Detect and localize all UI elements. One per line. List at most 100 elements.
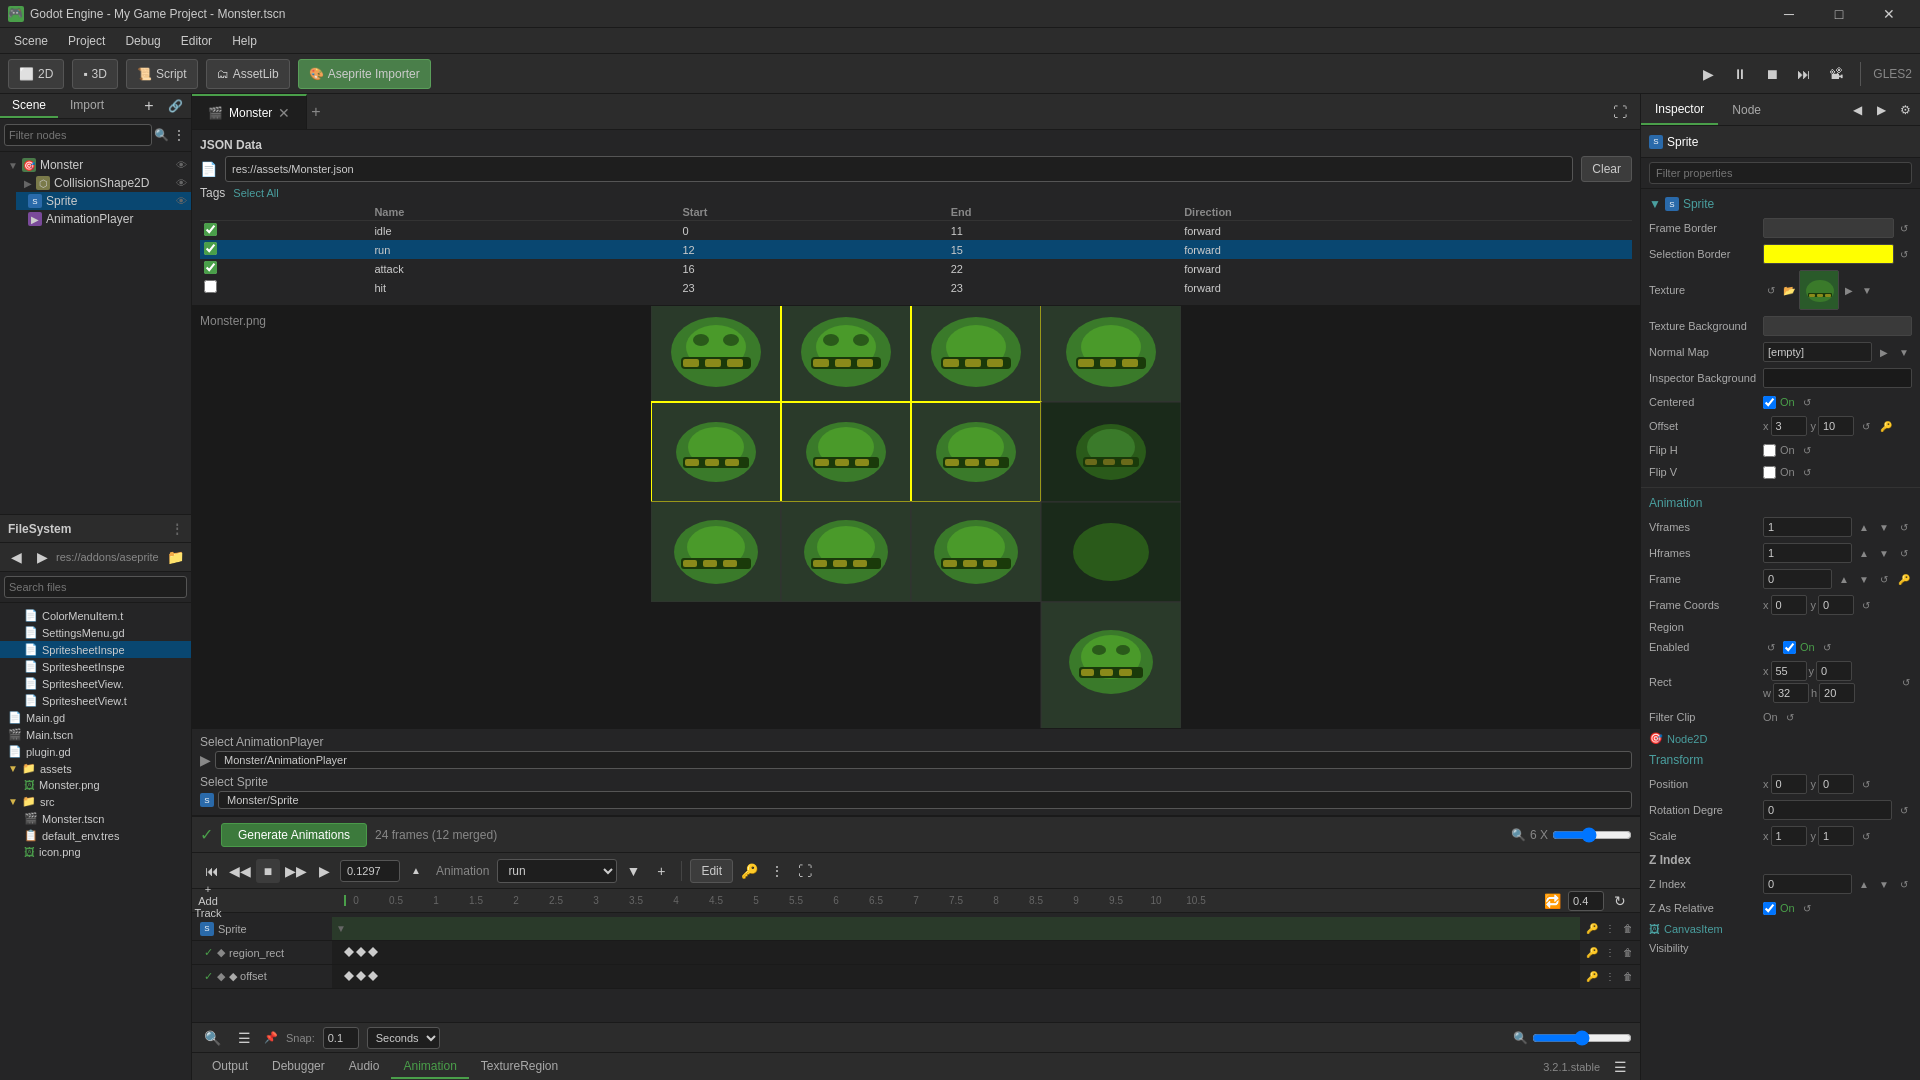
filter-properties-input[interactable] <box>1649 162 1912 184</box>
expand-editor-button[interactable]: ⛶ <box>1608 100 1632 124</box>
menu-debug[interactable]: Debug <box>115 32 170 50</box>
play-custom-button[interactable]: 📽 <box>1824 62 1848 86</box>
tl-options-button[interactable]: ⋮ <box>765 859 789 883</box>
fs-item-default-env[interactable]: 📋 default_env.tres <box>0 827 191 844</box>
z-down[interactable]: ▼ <box>1876 876 1892 892</box>
fs-item-spritesheet-insp1[interactable]: 📄 SpritesheetInspe <box>0 641 191 658</box>
texture-dropdown-button[interactable]: ▼ <box>1859 282 1875 298</box>
hframes-up[interactable]: ▲ <box>1856 545 1872 561</box>
normal-map-expand[interactable]: ▶ <box>1876 344 1892 360</box>
snap-unit-select[interactable]: Seconds Frames <box>367 1027 440 1049</box>
tl-time-input[interactable] <box>340 860 400 882</box>
editor-tab-monster[interactable]: 🎬 Monster ✕ <box>192 94 307 129</box>
transform-section-header[interactable]: Transform <box>1641 749 1920 771</box>
track-region-delete[interactable]: 🗑 <box>1620 945 1636 961</box>
mode-script-button[interactable]: 📜 Script <box>126 59 198 89</box>
texture-load-button[interactable]: 📂 <box>1781 282 1797 298</box>
link-node-button[interactable]: 🔗 <box>163 94 187 118</box>
mode-aseprite-button[interactable]: 🎨 Aseprite Importer <box>298 59 431 89</box>
search-files-input[interactable] <box>4 576 187 598</box>
rotation-reset[interactable]: ↺ <box>1896 802 1912 818</box>
fs-item-spritesheet-insp2[interactable]: 📄 SpritesheetInspe <box>0 658 191 675</box>
fs-back-button[interactable]: ◀ <box>4 545 28 569</box>
tl-play-button[interactable]: ▶ <box>312 859 336 883</box>
fs-item-monster-png[interactable]: 🖼 Monster.png <box>0 777 191 793</box>
scene-tab[interactable]: Scene <box>0 94 58 118</box>
tl-list-button[interactable]: ☰ <box>232 1026 256 1050</box>
tree-item-sprite[interactable]: S Sprite 👁 <box>16 192 191 210</box>
history-forward-button[interactable]: ▶ <box>1870 99 1892 121</box>
timeline-refresh[interactable]: ↻ <box>1608 889 1632 913</box>
fs-item-maingd[interactable]: 📄 Main.gd <box>0 709 191 726</box>
timeline-zoom-input[interactable] <box>1568 891 1604 911</box>
vframes-reset[interactable]: ↺ <box>1896 519 1912 535</box>
play-scene-button[interactable]: ▶ <box>1696 62 1720 86</box>
tag-check-attack[interactable] <box>204 261 217 274</box>
filter-nodes-input[interactable] <box>4 124 152 146</box>
pos-y[interactable]: 0 <box>1818 774 1854 794</box>
node-tab[interactable]: Node <box>1718 94 1775 125</box>
rotation-value[interactable]: 0 <box>1763 800 1892 820</box>
track-offset-options[interactable]: ⋮ <box>1602 969 1618 985</box>
track-sprite-insert-key[interactable]: 🔑 <box>1584 921 1600 937</box>
flip-h-reset[interactable]: ↺ <box>1799 442 1815 458</box>
anim-select[interactable]: run idle attack <box>497 859 617 883</box>
snap-value-input[interactable] <box>323 1027 359 1049</box>
frame-reset[interactable]: ↺ <box>1876 571 1892 587</box>
play-current-button[interactable]: ⏭ <box>1792 62 1816 86</box>
flip-v-checkbox[interactable] <box>1763 466 1776 479</box>
tab-close-monster[interactable]: ✕ <box>278 105 290 121</box>
tl-time-up[interactable]: ▲ <box>404 859 428 883</box>
frame-coords-x[interactable]: 0 <box>1771 595 1807 615</box>
normal-map-dropdown[interactable]: ▼ <box>1896 344 1912 360</box>
texture-expand-button[interactable]: ▶ <box>1841 282 1857 298</box>
fs-item-icon-png[interactable]: 🖼 icon.png <box>0 844 191 860</box>
rect-w[interactable]: 32 <box>1773 683 1809 703</box>
menu-project[interactable]: Project <box>58 32 115 50</box>
vframes-down[interactable]: ▼ <box>1876 519 1892 535</box>
add-track-button[interactable]: + Add Track <box>196 889 220 913</box>
pos-x[interactable]: 0 <box>1771 774 1807 794</box>
fs-item-src-folder[interactable]: ▼ 📁 src <box>0 793 191 810</box>
json-path-input[interactable] <box>225 156 1573 182</box>
frame-coords-y[interactable]: 0 <box>1818 595 1854 615</box>
tl-expand-button[interactable]: ⛶ <box>793 859 817 883</box>
clear-button[interactable]: Clear <box>1581 156 1632 182</box>
frame-border-reset[interactable]: ↺ <box>1896 220 1912 236</box>
anim-player-value[interactable]: Monster/AnimationPlayer <box>215 751 1632 769</box>
hframes-reset[interactable]: ↺ <box>1896 545 1912 561</box>
close-button[interactable]: ✕ <box>1866 0 1912 28</box>
track-offset-delete[interactable]: 🗑 <box>1620 969 1636 985</box>
tag-check-hit[interactable] <box>204 280 217 293</box>
status-tab-debugger[interactable]: Debugger <box>260 1055 337 1079</box>
select-all-button[interactable]: Select All <box>233 187 278 199</box>
z-relative-checkbox[interactable] <box>1763 902 1776 915</box>
tree-item-monster[interactable]: ▼ 🎯 Monster 👁 <box>0 156 191 174</box>
tag-row-hit[interactable]: hit 23 23 forward <box>200 278 1632 297</box>
tl-keyfame-button[interactable]: 🔑 <box>737 859 761 883</box>
flip-h-checkbox[interactable] <box>1763 444 1776 457</box>
selection-border-reset[interactable]: ↺ <box>1896 246 1912 262</box>
offset-y[interactable]: 10 <box>1818 416 1854 436</box>
inspector-settings-icon[interactable]: ⚙ <box>1894 99 1916 121</box>
position-reset[interactable]: ↺ <box>1858 776 1874 792</box>
track-offset-edit[interactable]: 🔑 <box>1584 969 1600 985</box>
animation-section-header[interactable]: Animation <box>1641 492 1920 514</box>
zoom-slider[interactable] <box>1532 1030 1632 1046</box>
menu-editor[interactable]: Editor <box>171 32 222 50</box>
visibility-icon[interactable]: 👁 <box>176 159 187 171</box>
centered-checkbox[interactable] <box>1763 396 1776 409</box>
stop-button[interactable]: ⏹ <box>1760 62 1784 86</box>
frame-up[interactable]: ▲ <box>1836 571 1852 587</box>
scale-slider[interactable] <box>1552 827 1632 843</box>
z-reset[interactable]: ↺ <box>1896 876 1912 892</box>
vframes-up[interactable]: ▲ <box>1856 519 1872 535</box>
menu-scene[interactable]: Scene <box>4 32 58 50</box>
scale-x[interactable]: 1 <box>1771 826 1807 846</box>
hframes-value[interactable]: 1 <box>1763 543 1852 563</box>
z-up[interactable]: ▲ <box>1856 876 1872 892</box>
loop-button[interactable]: 🔁 <box>1540 889 1564 913</box>
scale-y[interactable]: 1 <box>1818 826 1854 846</box>
vframes-value[interactable]: 1 <box>1763 517 1852 537</box>
offset-reset[interactable]: ↺ <box>1858 418 1874 434</box>
